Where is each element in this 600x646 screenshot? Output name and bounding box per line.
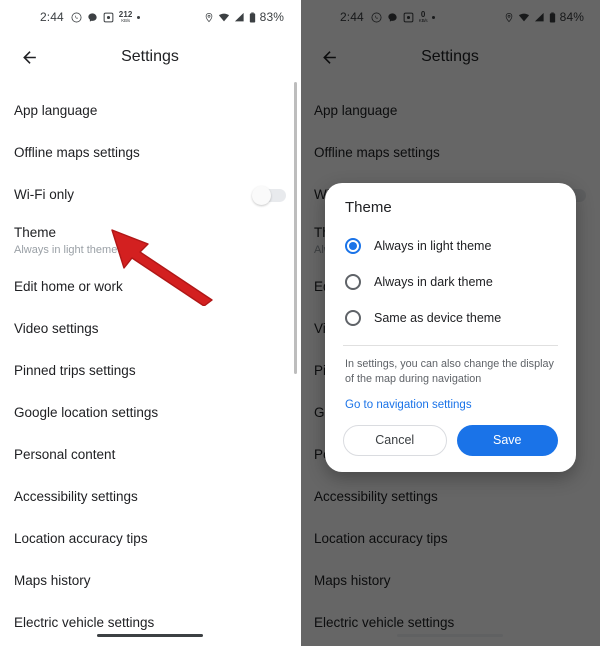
list-item-title: Accessibility settings	[14, 488, 138, 504]
list-item-offline-maps-settings: Offline maps settings	[300, 132, 600, 174]
dialog-note: In settings, you can also change the dis…	[345, 358, 554, 386]
status-bar-clock: 2:44	[340, 10, 364, 24]
radio-option-label: Same as device theme	[374, 311, 502, 325]
list-item-accessibility-settings: Accessibility settings	[300, 476, 600, 518]
status-bar-right-group: 84%	[504, 10, 584, 24]
radio-button-icon[interactable]	[345, 274, 361, 290]
screenshot-icon	[103, 12, 114, 23]
list-item-title: Personal content	[14, 446, 116, 462]
list-item-title: Google location settings	[14, 404, 159, 420]
more-dot-icon	[432, 15, 436, 19]
gesture-nav-bar[interactable]	[397, 633, 503, 637]
list-item-location-accuracy-tips: Location accuracy tips	[300, 518, 600, 560]
screenshot-icon	[403, 12, 414, 23]
list-item-wifi-only[interactable]: Wi-Fi only	[0, 174, 300, 216]
battery-icon	[549, 11, 556, 23]
cancel-button[interactable]: Cancel	[343, 424, 447, 456]
radio-button-icon[interactable]	[345, 310, 361, 326]
status-bar-left: 2:44 212 KB/s 83%	[0, 0, 300, 34]
list-item-offline-maps-settings[interactable]: Offline maps settings	[0, 132, 300, 174]
data-rate-unit: KB/s	[121, 17, 130, 23]
battery-icon	[249, 11, 256, 23]
list-item-edit-home-or-work[interactable]: Edit home or work	[0, 266, 300, 308]
location-icon	[204, 12, 214, 23]
list-item-subtitle: Always in light theme	[14, 243, 118, 256]
wifi-only-toggle[interactable]	[252, 185, 286, 205]
radio-option-label: Always in dark theme	[374, 275, 493, 289]
signal-icon	[534, 12, 545, 23]
list-item-title: App language	[314, 102, 398, 118]
battery-percent: 83%	[259, 10, 284, 24]
list-item-title: Maps history	[14, 572, 91, 588]
wifi-icon	[218, 12, 230, 23]
toggle-knob	[252, 185, 271, 205]
list-item-title: Offline maps settings	[14, 144, 140, 160]
data-rate-icon: 0 KB/s	[418, 10, 428, 24]
list-item-google-location-settings[interactable]: Google location settings	[0, 392, 300, 434]
list-item-title: Maps history	[314, 572, 391, 588]
list-item-title: Theme	[14, 224, 57, 240]
whatsapp-icon	[371, 12, 382, 23]
messages-icon	[387, 12, 398, 23]
page-title: Settings	[421, 48, 479, 65]
list-item-title: Offline maps settings	[314, 144, 440, 160]
list-item-theme[interactable]: Theme Always in light theme	[0, 216, 300, 266]
wifi-icon	[518, 12, 530, 23]
radio-option-label: Always in light theme	[374, 239, 492, 253]
status-bar-left-group: 2:44 0 KB/s	[340, 10, 436, 24]
list-item-title: Location accuracy tips	[314, 530, 448, 546]
status-bar-clock: 2:44	[40, 10, 64, 24]
status-bar-right-panel: 2:44 0 KB/s 84%	[300, 0, 600, 34]
phone-screenshot-right: 2:44 0 KB/s 84% Settings App language Of…	[300, 0, 600, 646]
messages-icon	[87, 12, 98, 23]
radio-option-always-light[interactable]: Always in light theme	[325, 228, 576, 264]
list-item-title: App language	[14, 102, 98, 118]
dialog-title: Theme	[345, 199, 392, 216]
list-item-app-language: App language	[300, 90, 600, 132]
location-icon	[504, 12, 514, 23]
data-rate-icon: 212 KB/s	[119, 10, 133, 24]
gesture-nav-bar[interactable]	[97, 633, 203, 637]
go-to-navigation-settings-link[interactable]: Go to navigation settings	[325, 388, 576, 411]
radio-option-always-dark[interactable]: Always in dark theme	[325, 264, 576, 300]
list-item-title: Electric vehicle settings	[314, 614, 455, 630]
settings-list-left: App language Offline maps settings Wi-Fi…	[0, 80, 300, 644]
data-rate-unit: KB/s	[418, 17, 428, 23]
list-item-electric-vehicle-settings: Electric vehicle settings	[300, 602, 600, 644]
theme-dialog: Theme Always in light theme Always in da…	[325, 183, 576, 472]
list-item-title: Pinned trips settings	[14, 362, 136, 378]
list-item-title: Electric vehicle settings	[14, 614, 155, 630]
list-item-title: Accessibility settings	[314, 488, 438, 504]
list-item-title: Edit home or work	[14, 278, 123, 294]
save-button[interactable]: Save	[456, 424, 558, 456]
app-bar-right: Settings	[300, 34, 600, 80]
list-item-title: Wi-Fi only	[14, 186, 74, 202]
list-item-pinned-trips-settings[interactable]: Pinned trips settings	[0, 350, 300, 392]
list-item-video-settings[interactable]: Video settings	[0, 308, 300, 350]
panel-divider	[299, 0, 301, 646]
battery-percent: 84%	[559, 10, 584, 24]
radio-option-same-as-device[interactable]: Same as device theme	[325, 300, 576, 336]
screenshot-stage: 2:44 212 KB/s 83% Settings App language …	[0, 0, 600, 646]
status-bar-left-group: 2:44 212 KB/s	[40, 10, 141, 24]
list-item-electric-vehicle-settings[interactable]: Electric vehicle settings	[0, 602, 300, 644]
page-title: Settings	[121, 48, 179, 65]
list-item-location-accuracy-tips[interactable]: Location accuracy tips	[0, 518, 300, 560]
list-item-title: Video settings	[14, 320, 99, 336]
radio-button-icon[interactable]	[345, 238, 361, 254]
phone-screenshot-left: 2:44 212 KB/s 83% Settings App language …	[0, 0, 300, 646]
whatsapp-icon	[71, 12, 82, 23]
list-item-accessibility-settings[interactable]: Accessibility settings	[0, 476, 300, 518]
list-item-personal-content[interactable]: Personal content	[0, 434, 300, 476]
list-item-maps-history[interactable]: Maps history	[0, 560, 300, 602]
list-item-title: Location accuracy tips	[14, 530, 148, 546]
signal-icon	[234, 12, 245, 23]
app-bar-left: Settings	[0, 34, 300, 80]
vertical-scrollbar[interactable]	[294, 82, 297, 374]
dialog-actions: Cancel Save	[325, 411, 576, 472]
list-item-app-language[interactable]: App language	[0, 90, 300, 132]
list-item-maps-history: Maps history	[300, 560, 600, 602]
status-bar-right-group: 83%	[204, 10, 284, 24]
more-dot-icon	[137, 15, 141, 19]
